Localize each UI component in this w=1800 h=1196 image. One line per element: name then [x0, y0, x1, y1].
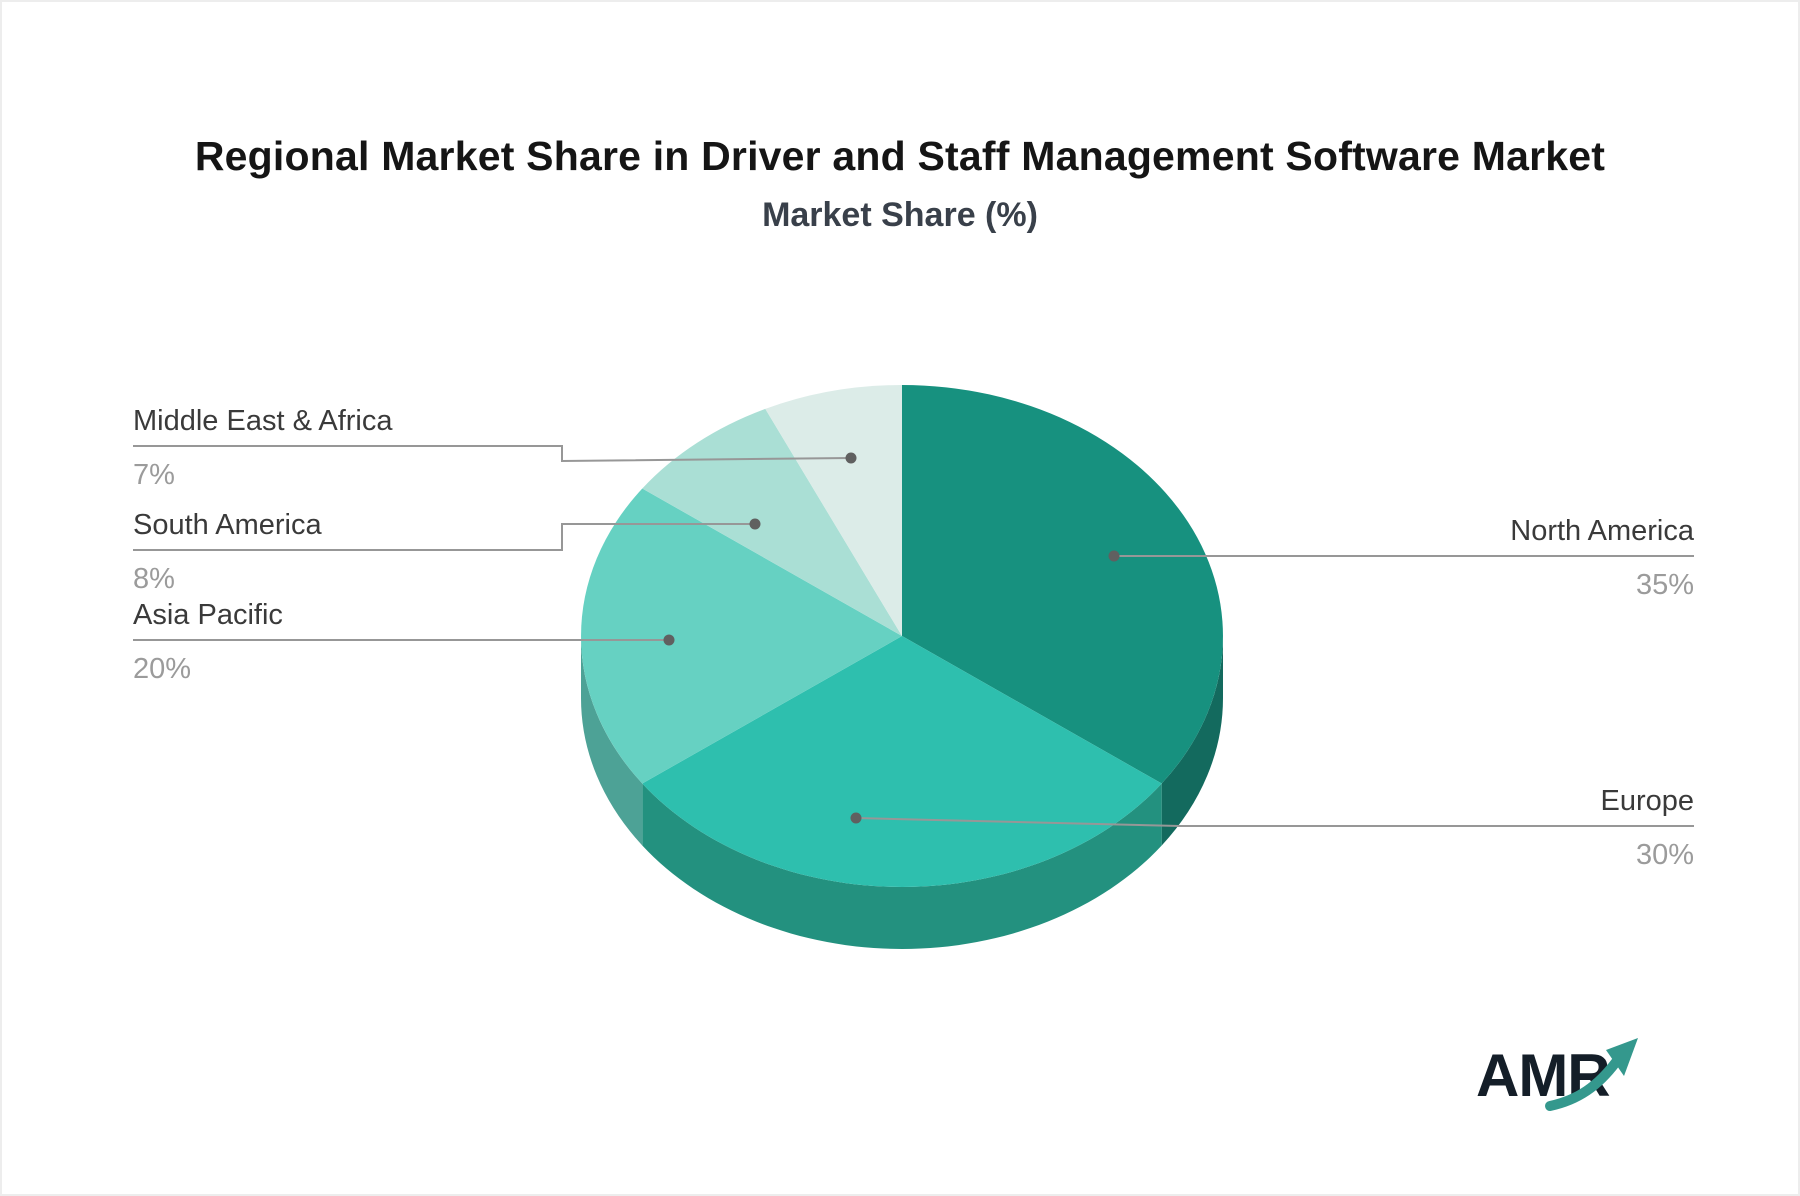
amr-logo: AMR: [1476, 1038, 1638, 1111]
leader-dot-europe: [850, 812, 862, 824]
amr-logo-text: AMR: [1476, 1042, 1610, 1109]
leader-dot-north-america: [1108, 550, 1120, 562]
leader-dot-middle-east-africa: [845, 452, 857, 464]
leader-dot-south-america: [749, 518, 761, 530]
leader-dot-asia-pacific: [663, 634, 675, 646]
chart-canvas: Regional Market Share in Driver and Staf…: [0, 0, 1800, 1196]
pie-chart: [133, 385, 1694, 949]
